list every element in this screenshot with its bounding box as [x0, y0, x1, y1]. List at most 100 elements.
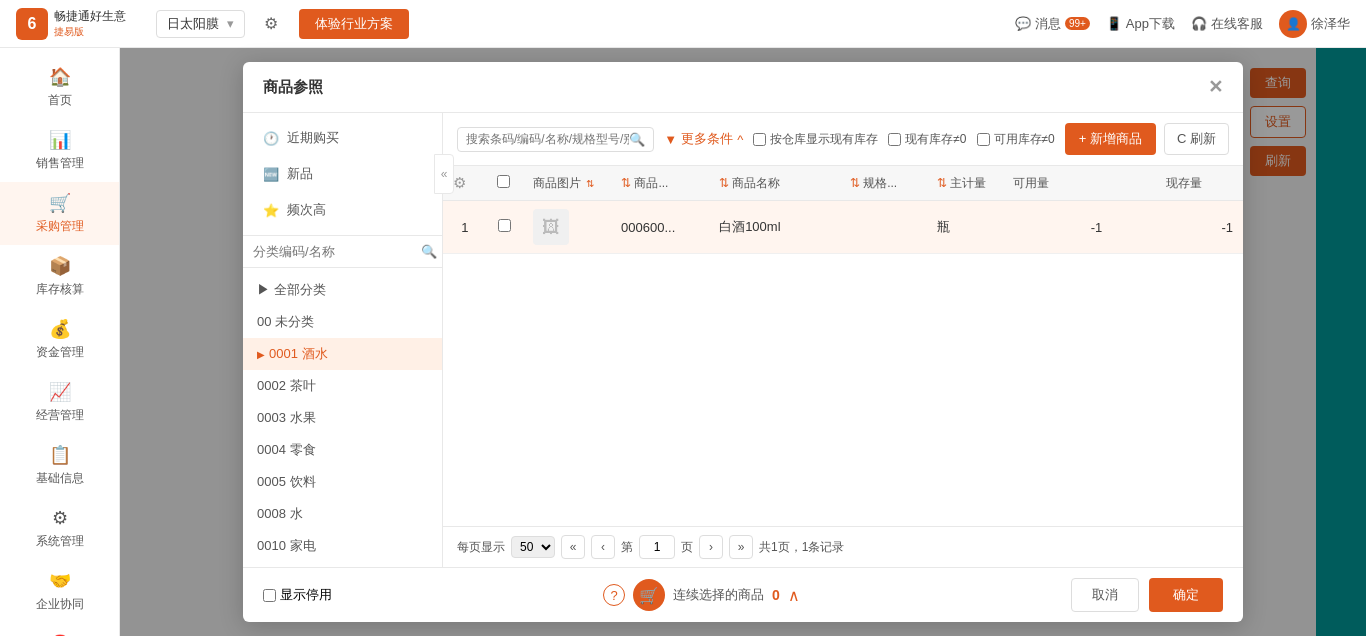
product-search-box[interactable]: 🔍	[457, 127, 654, 152]
basic-info-icon: 📋	[49, 444, 71, 466]
high-frequency-item[interactable]: ⭐ 频次高	[253, 195, 432, 225]
trial-button[interactable]: 体验行业方案	[299, 9, 409, 39]
nav-dropdown[interactable]: 日太阳膜 ▾	[156, 10, 245, 38]
sidebar-item-enterprise[interactable]: 🤝 企业协同	[0, 560, 119, 623]
modal-dialog: 商品参照 ✕ 🕐 近期购买 🆕	[243, 62, 1243, 622]
gear-icon[interactable]: ⚙	[453, 174, 466, 191]
sidebar-item-basic-info[interactable]: 📋 基础信息	[0, 434, 119, 497]
cat-all[interactable]: ▶ 全部分类	[243, 274, 442, 306]
purchase-icon: 🛒	[49, 192, 71, 214]
chevron-down-icon: ▾	[227, 16, 234, 31]
sidebar-item-finance[interactable]: 💰 资金管理	[0, 308, 119, 371]
warehouse-display-checkbox[interactable]: 按仓库显示现有库存	[753, 131, 878, 148]
sidebar-item-operations[interactable]: 📈 经营管理	[0, 371, 119, 434]
add-product-button[interactable]: + 新增商品	[1065, 123, 1156, 155]
sort-icon-spec: ⇅	[850, 176, 860, 190]
sidebar-item-home[interactable]: 🏠 首页	[0, 56, 119, 119]
row-available: -1	[1003, 201, 1112, 254]
row-code: 000600...	[611, 201, 709, 254]
modal-left-panel: 🕐 近期购买 🆕 新品 ⭐ 频次高 «	[243, 113, 443, 567]
content-area: 查询 设置 刷新 商品参照 ✕ 🕐	[120, 48, 1366, 636]
cat-00[interactable]: 00 未分类	[243, 306, 442, 338]
app-download-item[interactable]: 📱 App下载	[1106, 15, 1175, 33]
filter-icon: ▼	[664, 132, 677, 147]
star-icon: ⭐	[263, 203, 279, 218]
th-image: 商品图片 ⇅	[523, 166, 612, 201]
collapse-cart-icon[interactable]: ∧	[788, 586, 800, 605]
cat-arrow-icon: ▶	[257, 349, 265, 360]
sidebar-item-system[interactable]: ⚙ 系统管理	[0, 497, 119, 560]
cart-icon[interactable]: 🛒	[633, 579, 665, 611]
logo-area: 6 畅捷通好生意 捷易版	[16, 8, 136, 40]
cancel-button[interactable]: 取消	[1071, 578, 1139, 612]
th-available: 可用量	[1003, 166, 1112, 201]
modal-footer: 显示停用 ? 🛒 连续选择的商品 0 ∧ 取消 确定	[243, 567, 1243, 622]
select-all-checkbox[interactable]	[497, 175, 510, 188]
row-name: 白酒100ml	[709, 201, 840, 254]
cat-0003[interactable]: 0003 水果	[243, 402, 442, 434]
next-page-button[interactable]: ›	[699, 535, 723, 559]
row-checkbox[interactable]	[487, 201, 523, 254]
row-image: 🖼	[523, 201, 612, 254]
sidebar: 🏠 首页 📊 销售管理 🛒 采购管理 📦 库存核算 💰 资金管理 📈 经营管理 …	[0, 48, 120, 636]
sidebar-item-inventory[interactable]: 📦 库存核算	[0, 245, 119, 308]
new-products-item[interactable]: 🆕 新品	[253, 159, 432, 189]
th-checkbox	[487, 166, 523, 201]
last-page-button[interactable]: »	[729, 535, 753, 559]
operations-icon: 📈	[49, 381, 71, 403]
modal-body: 🕐 近期购买 🆕 新品 ⭐ 频次高 «	[243, 113, 1243, 567]
refresh-button[interactable]: C 刷新	[1164, 123, 1229, 155]
selected-text: 连续选择的商品	[673, 586, 764, 604]
online-service-item[interactable]: 🎧 在线客服	[1191, 15, 1263, 33]
collapse-button[interactable]: «	[434, 154, 454, 194]
sidebar-item-guide[interactable]: 🎯 新手引导	[0, 623, 119, 636]
cat-0010[interactable]: 0010 家电	[243, 530, 442, 562]
page-number-input[interactable]	[639, 535, 675, 559]
selected-count: 0	[772, 587, 780, 603]
modal-toolbar: 🔍 ▼ 更多条件 ^ 按仓库显示现有库存	[443, 113, 1243, 166]
usable-stock-checkbox[interactable]: 可用库存≠0	[977, 131, 1055, 148]
message-icon: 💬	[1015, 16, 1031, 31]
available-stock-checkbox[interactable]: 现有库存≠0	[888, 131, 966, 148]
left-actions: 🕐 近期购买 🆕 新品 ⭐ 频次高 «	[243, 113, 442, 236]
sidebar-item-purchase[interactable]: 🛒 采购管理	[0, 182, 119, 245]
search-icon[interactable]: 🔍	[421, 244, 437, 259]
settings-icon[interactable]: ⚙	[255, 8, 287, 40]
help-icon[interactable]: ?	[603, 584, 625, 606]
first-page-button[interactable]: «	[561, 535, 585, 559]
enterprise-icon: 🤝	[49, 570, 71, 592]
prev-page-button[interactable]: ‹	[591, 535, 615, 559]
row-num: 1	[443, 201, 487, 254]
sort-icon-unit: ⇅	[937, 176, 947, 190]
user-item[interactable]: 👤 徐泽华	[1279, 10, 1350, 38]
cat-0004[interactable]: 0004 零食	[243, 434, 442, 466]
confirm-button[interactable]: 确定	[1149, 578, 1223, 612]
cat-0005[interactable]: 0005 饮料	[243, 466, 442, 498]
filter-button[interactable]: ▼ 更多条件 ^	[664, 130, 743, 148]
th-stock: 现存量	[1156, 166, 1243, 201]
sidebar-item-sales[interactable]: 📊 销售管理	[0, 119, 119, 182]
sort-icon-name: ⇅	[719, 176, 729, 190]
avatar: 👤	[1279, 10, 1307, 38]
page-size-select[interactable]: 50	[511, 536, 555, 558]
footer-cart: ? 🛒 连续选择的商品 0 ∧	[603, 579, 800, 611]
cat-0001[interactable]: ▶ 0001 酒水	[243, 338, 442, 370]
total-info: 共1页，1条记录	[759, 539, 844, 556]
sort-icon-code: ⇅	[621, 176, 631, 190]
close-icon[interactable]: ✕	[1208, 76, 1223, 98]
sort-icon: ⇅	[586, 178, 594, 189]
main-layout: 🏠 首页 📊 销售管理 🛒 采购管理 📦 库存核算 💰 资金管理 📈 经营管理 …	[0, 48, 1366, 636]
headset-icon: 🎧	[1191, 16, 1207, 31]
row-unit: 瓶	[927, 201, 1003, 254]
cat-0008[interactable]: 0008 水	[243, 498, 442, 530]
messages-item[interactable]: 💬 消息 99+	[1015, 15, 1090, 33]
modal-title: 商品参照	[263, 78, 323, 97]
cat-0002[interactable]: 0002 茶叶	[243, 370, 442, 402]
product-search-input[interactable]	[466, 132, 629, 146]
show-disabled-checkbox[interactable]: 显示停用	[263, 586, 332, 604]
category-search-input[interactable]	[253, 244, 421, 259]
search-icon[interactable]: 🔍	[629, 132, 645, 147]
table-row[interactable]: 1 🖼 000600...	[443, 201, 1243, 254]
row-spec	[840, 201, 927, 254]
recent-purchase-item[interactable]: 🕐 近期购买	[253, 123, 432, 153]
